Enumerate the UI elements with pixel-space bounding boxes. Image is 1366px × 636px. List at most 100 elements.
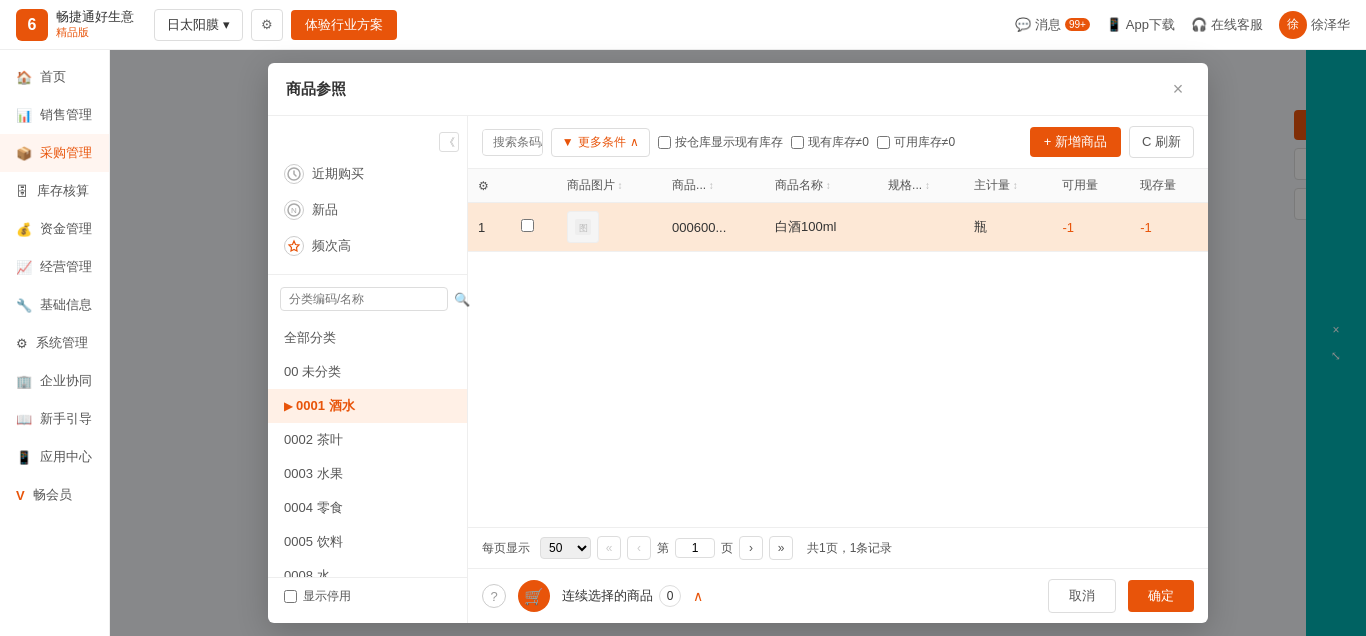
logo-sub: 精品版 [56, 25, 134, 40]
content-area: 查询 设置 刷新 × ⤢ 商品参照 × 《 [110, 50, 1366, 636]
main-layout: 🏠 首页 📊 销售管理 📦 采购管理 🗄 库存核算 💰 资金管理 📈 经营管理 … [0, 50, 1366, 636]
row-checkbox[interactable] [511, 203, 557, 252]
sidebar-item-enterprise[interactable]: 🏢 企业协同 [0, 362, 109, 400]
table-row[interactable]: 1 图 000600... 白酒100ml [468, 203, 1208, 252]
category-0002[interactable]: 0002 茶叶 [268, 423, 467, 457]
display-disabled-row: 显示停用 [268, 577, 467, 615]
sidebar-item-home[interactable]: 🏠 首页 [0, 58, 109, 96]
current-stock-checkbox[interactable] [791, 136, 804, 149]
sidebar-item-business[interactable]: 📈 经营管理 [0, 248, 109, 286]
collapse-button[interactable]: 《 [439, 132, 459, 152]
dropdown-selector[interactable]: 日太阳膜 ▾ [154, 9, 243, 41]
col-unit[interactable]: 主计量 [964, 169, 1053, 203]
sidebar-item-finance[interactable]: 💰 资金管理 [0, 210, 109, 248]
help-button[interactable]: ? [482, 584, 506, 608]
home-icon: 🏠 [16, 70, 32, 85]
col-image[interactable]: 商品图片 [557, 169, 662, 203]
col-name[interactable]: 商品名称 [765, 169, 878, 203]
message-button[interactable]: 💬 消息 99+ [1015, 16, 1090, 34]
col-stock: 现存量 [1130, 169, 1208, 203]
modal-header: 商品参照 × [268, 63, 1208, 116]
recent-item-recent-purchase[interactable]: 近期购买 [268, 156, 467, 192]
modal-overlay: 商品参照 × 《 近期购买 [110, 50, 1366, 636]
row-index: 1 [468, 203, 511, 252]
sidebar-item-member[interactable]: V 畅会员 [0, 476, 109, 514]
member-icon: V [16, 488, 25, 503]
sidebar-item-apps[interactable]: 📱 应用中心 [0, 438, 109, 476]
page-number-input[interactable] [675, 538, 715, 558]
warehouse-stock-checkbox-label[interactable]: 按仓库显示现有库存 [658, 134, 783, 151]
col-settings[interactable]: ⚙ [468, 169, 511, 203]
message-icon: 💬 [1015, 17, 1031, 32]
product-reference-modal: 商品参照 × 《 近期购买 [268, 63, 1208, 623]
refresh-table-button[interactable]: C 刷新 [1129, 126, 1194, 158]
sidebar-item-guide[interactable]: 📖 新手引导 [0, 400, 109, 438]
display-disabled-checkbox[interactable] [284, 590, 297, 603]
page-size-select[interactable]: 50 100 200 [540, 537, 591, 559]
mobile-icon: 📱 [1106, 17, 1122, 32]
sales-icon: 📊 [16, 108, 32, 123]
warehouse-stock-checkbox[interactable] [658, 136, 671, 149]
last-page-button[interactable]: » [769, 536, 793, 560]
sidebar-item-system[interactable]: ⚙ 系统管理 [0, 324, 109, 362]
pagination-bar: 每页显示 50 100 200 « ‹ 第 页 › [468, 527, 1208, 568]
category-0001[interactable]: ▶ 0001 酒水 [268, 389, 467, 423]
modal-toolbar: 🔍 ▼ 更多条件 ∧ 按仓库显示现有库存 [468, 116, 1208, 169]
recent-item-frequent[interactable]: 频次高 [268, 228, 467, 264]
cart-button[interactable]: 🛒 [518, 580, 550, 612]
row-image: 图 [557, 203, 662, 252]
next-page-button[interactable]: › [739, 536, 763, 560]
enterprise-icon: 🏢 [16, 374, 32, 389]
more-filter-button[interactable]: ▼ 更多条件 ∧ [551, 128, 650, 157]
online-service-button[interactable]: 🎧 在线客服 [1191, 16, 1263, 34]
sidebar-item-inventory[interactable]: 🗄 库存核算 [0, 172, 109, 210]
modal-left-panel: 《 近期购买 N 新品 [268, 116, 468, 623]
user-area[interactable]: 徐 徐泽华 [1279, 11, 1350, 39]
category-all[interactable]: 全部分类 [268, 321, 467, 355]
product-search-input[interactable] [483, 130, 543, 154]
left-sidebar: 🏠 首页 📊 销售管理 📦 采购管理 🗄 库存核算 💰 资金管理 📈 经营管理 … [0, 50, 110, 636]
product-thumbnail: 图 [567, 211, 599, 243]
first-page-button[interactable]: « [597, 536, 621, 560]
sidebar-item-basic[interactable]: 🔧 基础信息 [0, 286, 109, 324]
modal-right-panel: 🔍 ▼ 更多条件 ∧ 按仓库显示现有库存 [468, 116, 1208, 623]
confirm-button[interactable]: 确定 [1128, 580, 1194, 612]
col-code[interactable]: 商品... [662, 169, 765, 203]
trial-button[interactable]: 体验行业方案 [291, 10, 397, 40]
col-spec[interactable]: 规格... [878, 169, 964, 203]
cancel-button[interactable]: 取消 [1048, 579, 1116, 613]
gear-button[interactable]: ⚙ [251, 9, 283, 41]
category-uncategorized[interactable]: 00 未分类 [268, 355, 467, 389]
row-stock: -1 [1130, 203, 1208, 252]
add-product-button[interactable]: + 新增商品 [1030, 127, 1121, 157]
app-download-button[interactable]: 📱 App下载 [1106, 16, 1175, 34]
continuous-select-label: 连续选择的商品 0 [562, 585, 681, 607]
gear-icon: ⚙ [261, 17, 273, 32]
current-stock-checkbox-label[interactable]: 现有库存≠0 [791, 134, 869, 151]
logo-name: 畅捷通好生意 [56, 9, 134, 26]
category-0005[interactable]: 0005 饮料 [268, 525, 467, 559]
sidebar-item-sales[interactable]: 📊 销售管理 [0, 96, 109, 134]
footer-collapse-arrow[interactable]: ∧ [693, 588, 703, 604]
col-available: 可用量 [1052, 169, 1130, 203]
category-0003[interactable]: 0003 水果 [268, 457, 467, 491]
category-search-row: 🔍 [268, 281, 467, 317]
message-badge: 99+ [1065, 18, 1090, 31]
sidebar-item-purchase[interactable]: 📦 采购管理 [0, 134, 109, 172]
product-table: ⚙ 商品图片 商品... 商品名称 规格... 主计量 可用量 现存量 [468, 169, 1208, 252]
business-icon: 📈 [16, 260, 32, 275]
inventory-icon: 🗄 [16, 184, 29, 199]
category-0008[interactable]: 0008 水 [268, 559, 467, 577]
avatar: 徐 [1279, 11, 1307, 39]
available-stock-checkbox[interactable] [877, 136, 890, 149]
prev-page-button[interactable]: ‹ [627, 536, 651, 560]
modal-close-button[interactable]: × [1166, 77, 1190, 101]
recent-item-new[interactable]: N 新品 [268, 192, 467, 228]
selected-count-badge: 0 [659, 585, 681, 607]
available-stock-checkbox-label[interactable]: 可用库存≠0 [877, 134, 955, 151]
category-search-input[interactable] [280, 287, 448, 311]
category-0004[interactable]: 0004 零食 [268, 491, 467, 525]
row-spec [878, 203, 964, 252]
logo-area: 6 畅捷通好生意 精品版 [16, 9, 134, 41]
filter-icon: ▼ [562, 135, 574, 149]
